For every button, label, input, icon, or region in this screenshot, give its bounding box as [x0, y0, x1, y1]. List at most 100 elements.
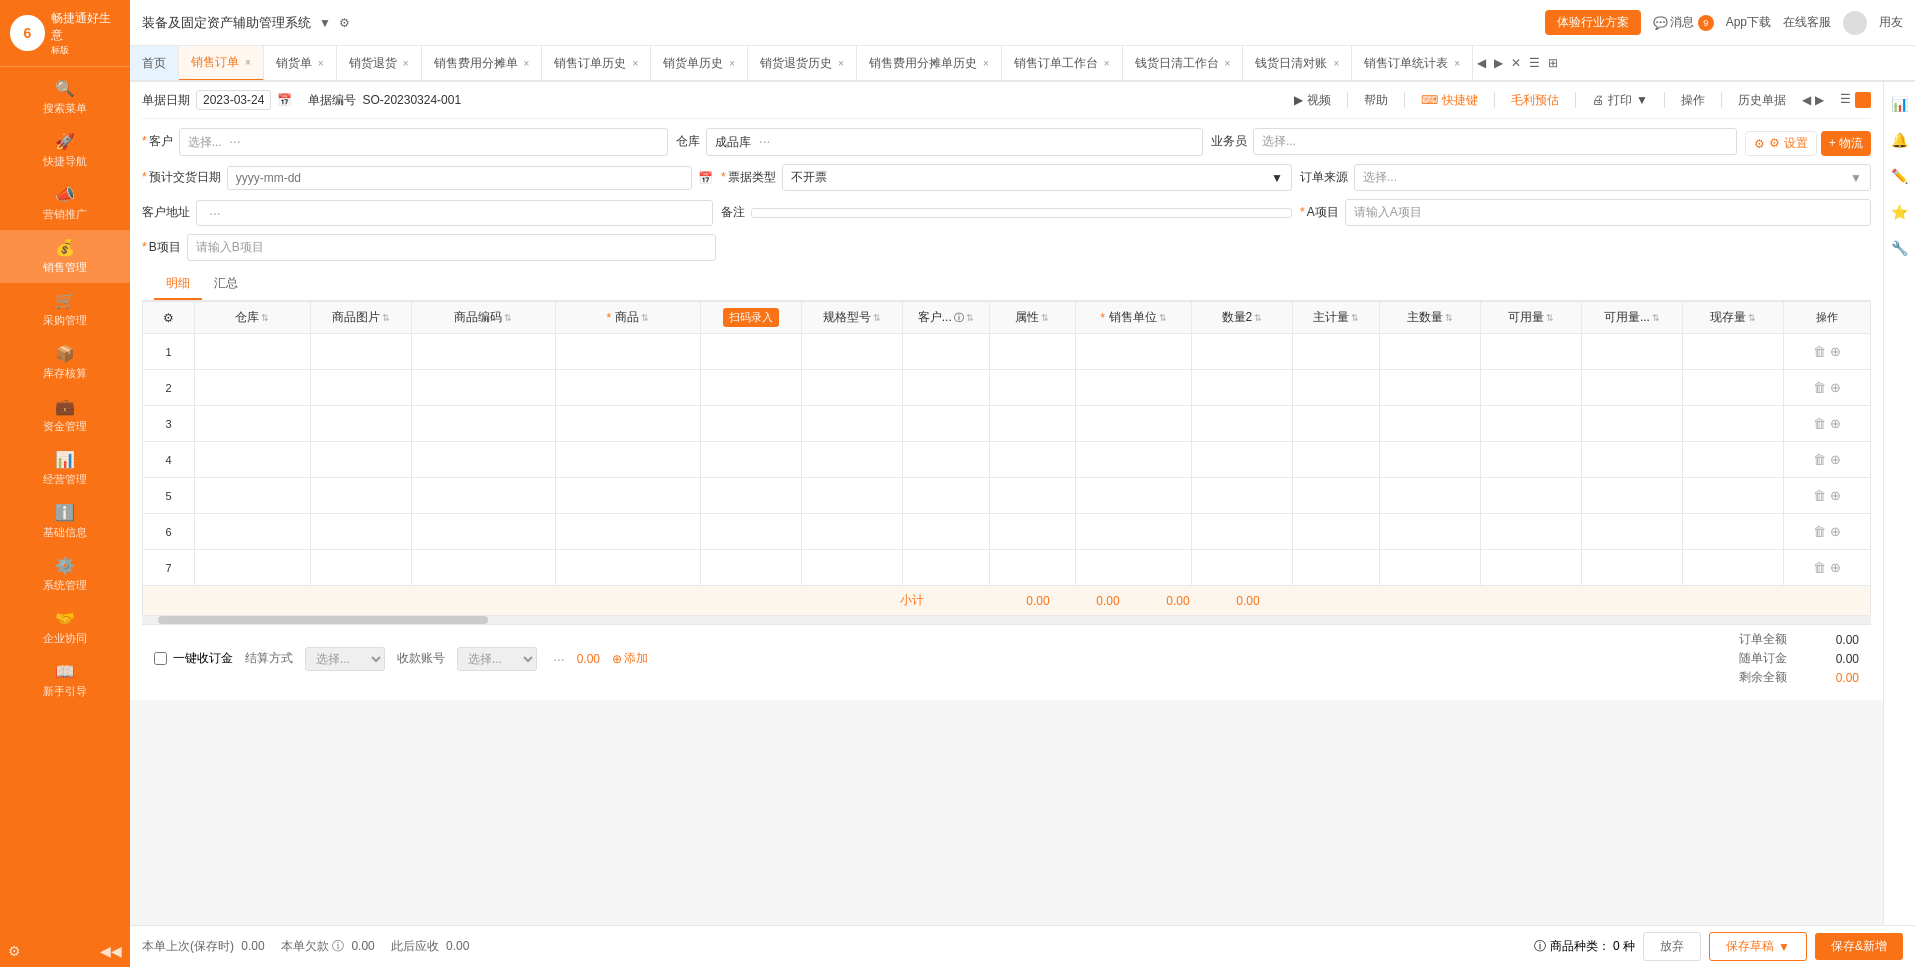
- copy-row-icon[interactable]: ⊕: [1830, 380, 1841, 395]
- scan-button[interactable]: 扫码录入: [723, 308, 779, 327]
- cell-attr-4[interactable]: [989, 442, 1076, 478]
- sidebar-item-finance[interactable]: 💼 资金管理: [0, 389, 130, 442]
- th-settings[interactable]: ⚙: [143, 302, 195, 334]
- cell-munit-6[interactable]: [1292, 514, 1379, 550]
- copy-row-icon[interactable]: ⊕: [1830, 344, 1841, 359]
- card-view-icon[interactable]: [1855, 92, 1871, 108]
- cell-custno-3[interactable]: [902, 406, 989, 442]
- cell-product-5[interactable]: [556, 478, 700, 514]
- calendar-icon[interactable]: 📅: [277, 93, 292, 107]
- cell-mqty-5[interactable]: [1379, 478, 1480, 514]
- cell-img-4[interactable]: [310, 442, 411, 478]
- th-stock[interactable]: 现存量⇅: [1683, 302, 1784, 334]
- tab-sales-return[interactable]: 销货退货 ×: [337, 46, 422, 81]
- right-icon-chart[interactable]: 📊: [1886, 90, 1914, 118]
- scrollbar-thumb[interactable]: [158, 616, 488, 624]
- cell-avail-5[interactable]: [1480, 478, 1581, 514]
- right-icon-bell[interactable]: 🔔: [1886, 126, 1914, 154]
- cell-attr-2[interactable]: [989, 370, 1076, 406]
- tab-close-icon[interactable]: ×: [1104, 58, 1110, 69]
- cell-avail-2[interactable]: [1480, 370, 1581, 406]
- next-record-icon[interactable]: ▶: [1815, 93, 1824, 107]
- delete-row-icon[interactable]: 🗑: [1813, 524, 1826, 539]
- right-icon-edit[interactable]: ✏️: [1886, 162, 1914, 190]
- cell-mqty-2[interactable]: [1379, 370, 1480, 406]
- view-video-btn[interactable]: ▶ 视频: [1294, 92, 1331, 109]
- prev-record-icon[interactable]: ◀: [1802, 93, 1811, 107]
- cell-stock-4[interactable]: [1683, 442, 1784, 478]
- cell-unit-1[interactable]: [1076, 334, 1192, 370]
- order-source-input[interactable]: 选择... ▼: [1354, 164, 1871, 191]
- cell-mqty-4[interactable]: [1379, 442, 1480, 478]
- copy-row-icon[interactable]: ⊕: [1830, 560, 1841, 575]
- cell-stock-2[interactable]: [1683, 370, 1784, 406]
- tab-nav-close[interactable]: ✕: [1507, 56, 1525, 70]
- cell-qty2-7[interactable]: [1191, 550, 1292, 586]
- cell-spec-4[interactable]: [801, 442, 902, 478]
- cell-spec-7[interactable]: [801, 550, 902, 586]
- cell-qty2-5[interactable]: [1191, 478, 1292, 514]
- cell-avail2-1[interactable]: [1581, 334, 1682, 370]
- cell-img-7[interactable]: [310, 550, 411, 586]
- delivery-date-input[interactable]: [227, 166, 692, 190]
- cell-stock-5[interactable]: [1683, 478, 1784, 514]
- cell-stock-7[interactable]: [1683, 550, 1784, 586]
- cell-unit-7[interactable]: [1076, 550, 1192, 586]
- cell-avail-6[interactable]: [1480, 514, 1581, 550]
- message-icon[interactable]: 💬 消息 9: [1653, 14, 1714, 31]
- cell-spec-6[interactable]: [801, 514, 902, 550]
- delete-row-icon[interactable]: 🗑: [1813, 344, 1826, 359]
- cell-custno-4[interactable]: [902, 442, 989, 478]
- tab-nav-expand[interactable]: ⊞: [1544, 56, 1562, 70]
- tab-nav-next[interactable]: ▶: [1490, 56, 1507, 70]
- cell-img-2[interactable]: [310, 370, 411, 406]
- sidebar-item-search[interactable]: 🔍 搜索菜单: [0, 71, 130, 124]
- copy-row-icon[interactable]: ⊕: [1830, 488, 1841, 503]
- cell-img-5[interactable]: [310, 478, 411, 514]
- cell-img-1[interactable]: [310, 334, 411, 370]
- tab-nav-menu[interactable]: ☰: [1525, 56, 1544, 70]
- customer-addr-input[interactable]: ···: [196, 200, 713, 226]
- tab-sales-order[interactable]: 销售订单 ×: [179, 46, 264, 81]
- history-btn[interactable]: 历史单据: [1738, 92, 1786, 109]
- online-service-link[interactable]: 在线客服: [1783, 14, 1831, 31]
- tab-cash-reconcile[interactable]: 钱货日清对账 ×: [1243, 46, 1352, 81]
- cell-avail2-4[interactable]: [1581, 442, 1682, 478]
- tab-close-icon[interactable]: ×: [524, 58, 530, 69]
- cell-avail2-6[interactable]: [1581, 514, 1682, 550]
- add-payment-button[interactable]: ⊕ 添加: [612, 650, 648, 667]
- chevron-down-icon[interactable]: ▼: [319, 16, 331, 30]
- remarks-input[interactable]: [751, 208, 1292, 218]
- delete-row-icon[interactable]: 🗑: [1813, 416, 1826, 431]
- collapse-icon[interactable]: ◀◀: [100, 943, 122, 959]
- save-new-button[interactable]: 保存&新增: [1815, 933, 1903, 960]
- tab-sales-fee[interactable]: 销售费用分摊单 ×: [422, 46, 543, 81]
- tab-close-icon[interactable]: ×: [729, 58, 735, 69]
- delete-row-icon[interactable]: 🗑: [1813, 560, 1826, 575]
- th-main-qty[interactable]: 主数量⇅: [1379, 302, 1480, 334]
- sidebar-item-inventory[interactable]: 📦 库存核算: [0, 336, 130, 389]
- tab-sales-order-history[interactable]: 销售订单历史 ×: [542, 46, 651, 81]
- cell-warehouse-3[interactable]: [195, 406, 311, 442]
- sidebar-item-operations[interactable]: 📊 经营管理: [0, 442, 130, 495]
- sidebar-item-marketing[interactable]: 📣 营销推广: [0, 177, 130, 230]
- cell-qty2-3[interactable]: [1191, 406, 1292, 442]
- cell-custno-2[interactable]: [902, 370, 989, 406]
- tab-detail[interactable]: 明细: [154, 269, 202, 300]
- cell-avail2-3[interactable]: [1581, 406, 1682, 442]
- app-download-link[interactable]: App下载: [1726, 14, 1771, 31]
- sidebar-item-enterprise[interactable]: 🤝 企业协同: [0, 601, 130, 654]
- add-logistics-button[interactable]: + 物流: [1821, 131, 1871, 156]
- user-name[interactable]: 用友: [1879, 14, 1903, 31]
- cell-code-1[interactable]: [411, 334, 555, 370]
- a-project-input[interactable]: 请输入A项目: [1345, 199, 1871, 226]
- cell-warehouse-5[interactable]: [195, 478, 311, 514]
- cell-unit-4[interactable]: [1076, 442, 1192, 478]
- tab-nav-prev[interactable]: ◀: [1473, 56, 1490, 70]
- th-available[interactable]: 可用量⇅: [1480, 302, 1581, 334]
- cell-code-3[interactable]: [411, 406, 555, 442]
- delete-row-icon[interactable]: 🗑: [1813, 488, 1826, 503]
- tab-invoice-history[interactable]: 销货单历史 ×: [651, 46, 748, 81]
- tab-close-icon[interactable]: ×: [318, 58, 324, 69]
- gear-icon[interactable]: ⚙: [8, 943, 21, 959]
